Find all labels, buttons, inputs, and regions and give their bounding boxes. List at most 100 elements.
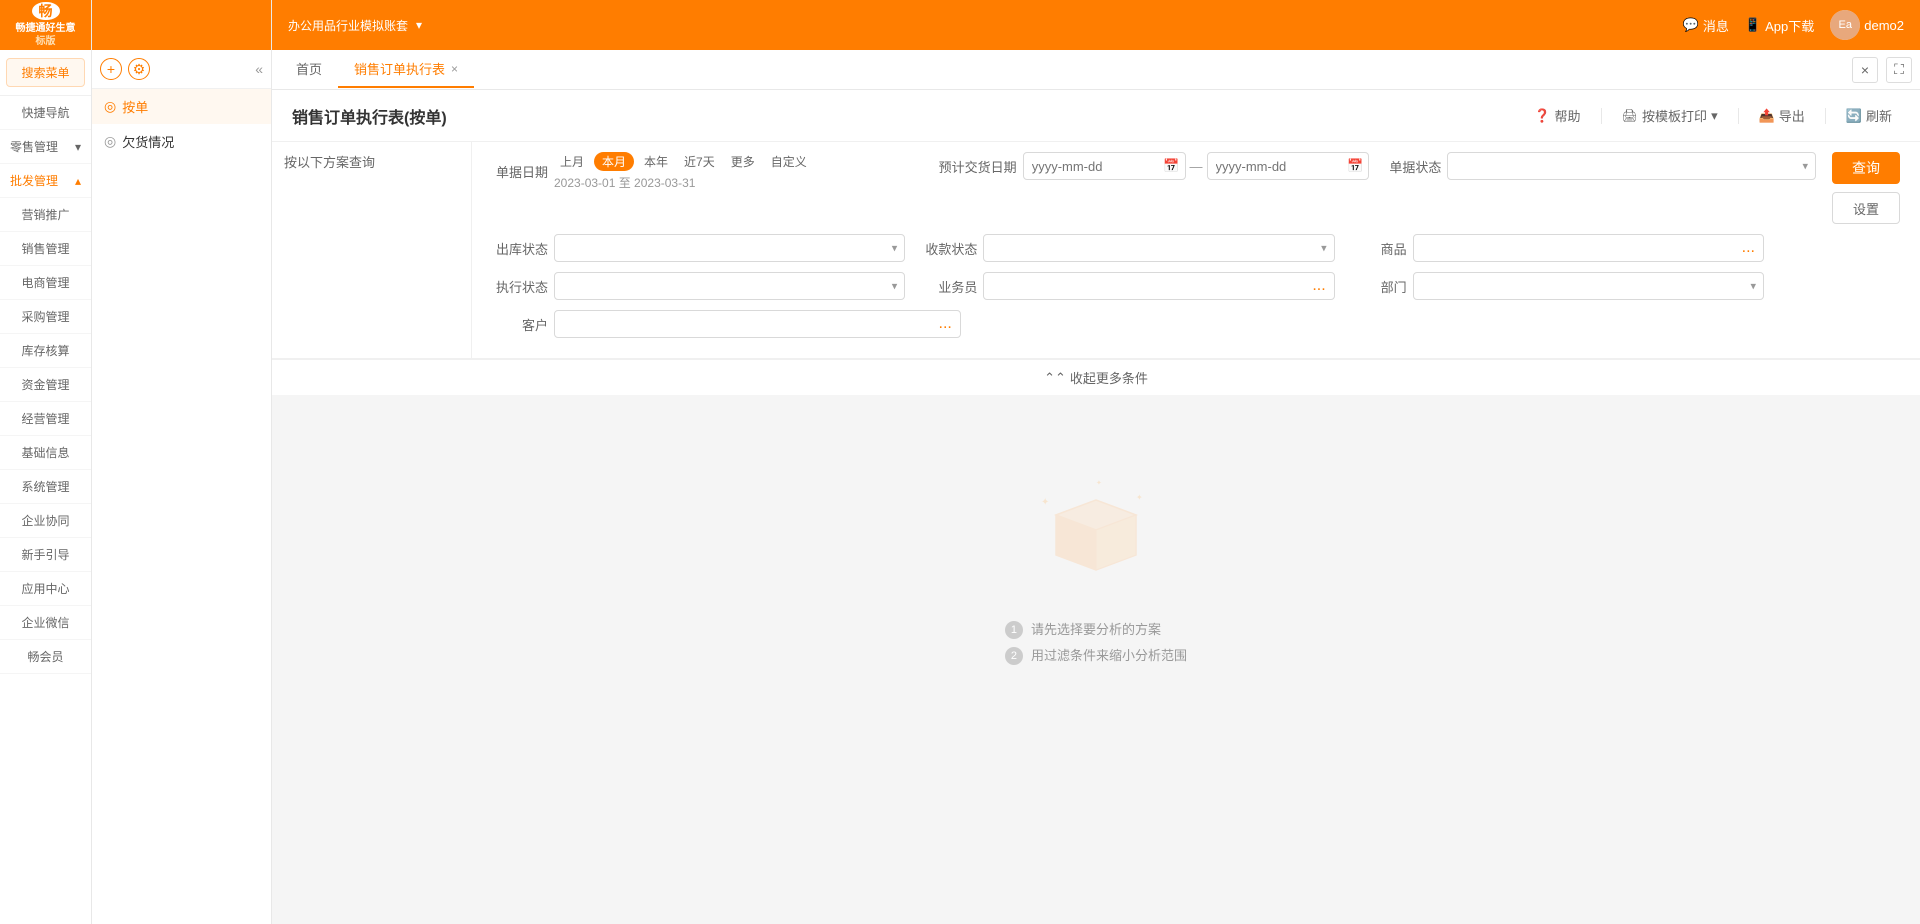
settings-button[interactable]: 设置 [1832, 192, 1900, 224]
message-button[interactable]: 💬 消息 [1683, 16, 1729, 35]
out-status-wrap: ▾ [554, 234, 905, 262]
sidebar-item-corp-wechat[interactable]: 企业微信 [0, 606, 91, 640]
left-panel-item-owe-goods[interactable]: ◎ 欠货情况 [92, 124, 271, 159]
tab-expand-button[interactable]: ⛶ [1886, 57, 1912, 83]
sidebar-item-system[interactable]: 系统管理 [0, 470, 91, 504]
collapse-more-label: 收起更多条件 [1070, 368, 1148, 387]
add-scheme-button[interactable]: + [100, 58, 122, 80]
tab-sales-order[interactable]: 销售订单执行表 × [338, 51, 474, 88]
date-filter-wrap: 上月 本月 本年 近7天 更多 自定义 2023-03-01 至 2023-03… [554, 152, 923, 191]
sidebar-item-ecommerce[interactable]: 电商管理 [0, 266, 91, 300]
sidebar-item-operation[interactable]: 经营管理 [0, 402, 91, 436]
empty-steps: 1 请先选择要分析的方案 2 用过滤条件来缩小分析范围 [1005, 617, 1187, 669]
goods-input[interactable] [1422, 241, 1742, 256]
press-order-label: 按单 [122, 97, 148, 116]
user-avatar-button[interactable]: Ea demo2 [1830, 10, 1904, 40]
sidebar-search-button[interactable]: 搜索菜单 [6, 58, 85, 87]
salesperson-input[interactable] [992, 279, 1312, 294]
sidebar-item-wholesale-mgmt[interactable]: 批发管理 ▴ [0, 164, 91, 198]
recv-status-select[interactable] [983, 234, 1334, 262]
step-num-2: 2 [1005, 647, 1023, 665]
top-bar: 办公用品行业模拟账套 ▾ 💬 消息 📱 App下载 Ea demo2 [272, 0, 1920, 50]
doc-status-label: 单据状态 [1385, 157, 1441, 176]
sidebar-item-marketing[interactable]: 营销推广 [0, 198, 91, 232]
filter-section: 按以下方案查询 单据日期 上月 本月 [272, 142, 1920, 395]
date-btn-this-year[interactable]: 本年 [638, 152, 674, 171]
date-btn-last-month[interactable]: 上月 [554, 152, 590, 171]
refresh-button[interactable]: 🔄 刷新 [1838, 102, 1900, 129]
step-2-text: 用过滤条件来缩小分析范围 [1031, 643, 1187, 669]
export-icon: 📤 [1759, 108, 1775, 124]
app-download-button[interactable]: 📱 App下载 [1745, 16, 1814, 35]
dept-select[interactable] [1413, 272, 1764, 300]
expected-date-end-input[interactable] [1207, 152, 1370, 180]
sidebar-item-newbie[interactable]: 新手引导 [0, 538, 91, 572]
out-status-select[interactable] [554, 234, 905, 262]
page-title: 销售订单执行表(按单) [292, 104, 447, 128]
collapse-panel-button[interactable]: « [255, 61, 263, 77]
doc-status-select[interactable] [1447, 152, 1816, 180]
sidebar-item-member[interactable]: 畅会员 [0, 640, 91, 674]
calendar-icon-end: 📅 [1347, 158, 1363, 174]
goods-ellipsis[interactable]: ... [1742, 239, 1755, 257]
customer-ellipsis[interactable]: ... [939, 315, 952, 333]
sidebar-item-app-center[interactable]: 应用中心 [0, 572, 91, 606]
logo-subtitle: 标版 [36, 35, 56, 48]
date-btn-more[interactable]: 更多 [725, 152, 761, 171]
help-button[interactable]: ❓ 帮助 [1526, 102, 1588, 129]
left-panel-header [92, 0, 271, 50]
date-btn-this-month[interactable]: 本月 [594, 152, 634, 171]
sidebar-item-finance[interactable]: 资金管理 [0, 368, 91, 402]
sidebar: 畅 畅捷通好生意 标版 搜索菜单 快捷导航 零售管理 ▾ 批发管理 ▴ 营销推广… [0, 0, 92, 924]
query-button[interactable]: 查询 [1832, 152, 1900, 184]
dropdown-icon[interactable]: ▾ [416, 18, 422, 32]
exec-status-select[interactable] [554, 272, 905, 300]
svg-text:✦: ✦ [1136, 493, 1143, 502]
tab-home[interactable]: 首页 [280, 51, 338, 88]
calendar-icon-start: 📅 [1163, 158, 1179, 174]
sidebar-item-retail-mgmt[interactable]: 零售管理 ▾ [0, 130, 91, 164]
scheme-title: 按以下方案查询 [284, 152, 459, 171]
svg-text:✦: ✦ [1096, 479, 1102, 487]
owe-goods-icon: ◎ [104, 133, 116, 150]
sidebar-item-enterprise[interactable]: 企业协同 [0, 504, 91, 538]
filter-item-dept: 部门 ▾ [1351, 272, 1764, 300]
sidebar-search-section: 搜索菜单 [0, 50, 91, 96]
date-range-sep: — [1190, 159, 1203, 174]
dept-wrap: ▾ [1413, 272, 1764, 300]
help-icon: ❓ [1534, 108, 1550, 124]
print-icon: 🖨 [1622, 108, 1639, 124]
date-btn-7days[interactable]: 近7天 [678, 152, 721, 171]
tab-close-icon[interactable]: × [451, 62, 458, 76]
tab-controls: × ⛶ [1852, 57, 1912, 83]
sidebar-item-basic-info[interactable]: 基础信息 [0, 436, 91, 470]
main-content: 办公用品行业模拟账套 ▾ 💬 消息 📱 App下载 Ea demo2 首页 [272, 0, 1920, 924]
empty-state: ✦ ✦ ✦ 1 请先选择要分析的方案 2 用过滤条件来缩小分析范围 [272, 395, 1920, 749]
sidebar-item-purchase[interactable]: 采购管理 [0, 300, 91, 334]
recv-status-label: 收款状态 [921, 239, 977, 258]
salesperson-ellipsis[interactable]: ... [1312, 277, 1325, 295]
tab-close-button[interactable]: × [1852, 57, 1878, 83]
sidebar-item-quick-nav[interactable]: 快捷导航 [0, 96, 91, 130]
left-panel: + ⚙ « ◎ 按单 ◎ 欠货情况 [92, 0, 272, 924]
sidebar-item-inventory[interactable]: 库存核算 [0, 334, 91, 368]
tab-bar: 首页 销售订单执行表 × × ⛶ [272, 50, 1920, 90]
date-range-display: 2023-03-01 至 2023-03-31 [554, 174, 923, 191]
sidebar-item-sales-mgmt[interactable]: 销售管理 [0, 232, 91, 266]
filter-item-exec-status: 执行状态 ▾ [492, 272, 905, 300]
out-status-label: 出库状态 [492, 239, 548, 258]
export-button[interactable]: 📤 导出 [1751, 102, 1813, 129]
customer-input[interactable] [563, 317, 939, 332]
collapse-more-button[interactable]: ⌃⌃ 收起更多条件 [272, 359, 1920, 395]
left-panel-item-press-order[interactable]: ◎ 按单 [92, 89, 271, 124]
goods-label: 商品 [1351, 239, 1407, 258]
settings-scheme-button[interactable]: ⚙ [128, 58, 150, 80]
customer-label: 客户 [492, 315, 548, 334]
refresh-icon: 🔄 [1846, 108, 1862, 124]
exec-status-wrap: ▾ [554, 272, 905, 300]
date-btn-custom[interactable]: 自定义 [765, 152, 813, 171]
dept-label: 部门 [1351, 277, 1407, 296]
expected-date-start-input[interactable] [1023, 152, 1186, 180]
print-button[interactable]: 🖨 按模板打印 ▾ [1614, 102, 1726, 129]
query-actions: 查询 设置 [1832, 152, 1900, 224]
